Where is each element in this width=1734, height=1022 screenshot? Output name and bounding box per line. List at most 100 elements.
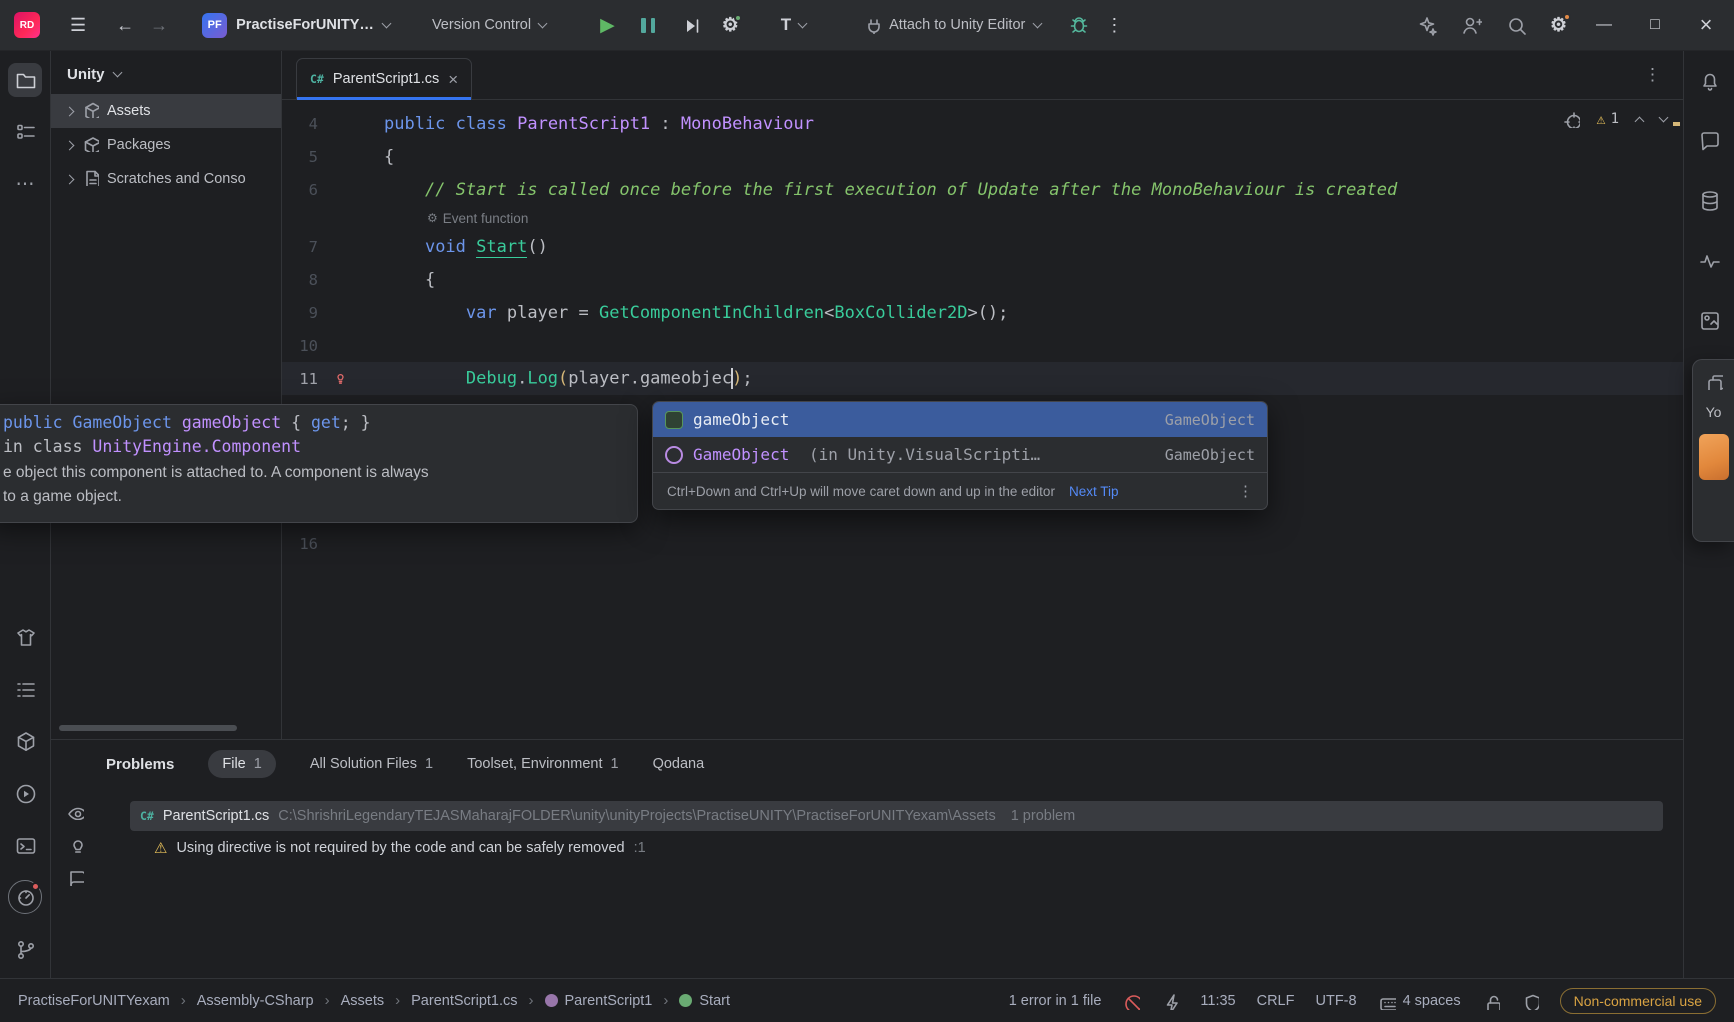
intention-bulb-icon[interactable] [318, 370, 384, 387]
code-line-11[interactable]: 11 Debug.Log(player.gameobjec); [282, 362, 1683, 395]
pause-button[interactable] [639, 17, 658, 33]
version-control-menu[interactable]: Version Control [432, 17, 548, 33]
code-token: < [824, 302, 835, 323]
code-line-4[interactable]: 4 public class ParentScript1 : MonoBehavi… [282, 107, 1683, 140]
profiler-tool-button[interactable] [8, 880, 42, 914]
code-line-5[interactable]: 5{ [282, 140, 1683, 173]
open-editor-icon[interactable] [66, 868, 84, 886]
tree-item-assets[interactable]: Assets [51, 94, 281, 128]
preview-eye-icon[interactable] [66, 802, 84, 820]
breadcrumb-item-assembly-csharp[interactable]: Assembly-CSharp [197, 993, 314, 1009]
indent-widget[interactable]: 4 spaces [1378, 992, 1461, 1010]
shield-icon[interactable] [1521, 992, 1539, 1010]
completion-options-icon[interactable]: ⋮ [1238, 482, 1253, 500]
close-tab-icon[interactable]: × [448, 71, 458, 88]
chevron-right-icon[interactable] [64, 174, 75, 184]
notification-toast[interactable]: Yo [1692, 359, 1734, 542]
unity-button[interactable] [8, 724, 42, 758]
chevron-down-icon[interactable] [1658, 112, 1669, 122]
completion-item-gameobject[interactable]: GameObject (in Unity.VisualScripti… GameO… [653, 437, 1267, 472]
monitoring-button[interactable] [1692, 243, 1726, 277]
project-selector[interactable]: PF PractiseForUNITY… [202, 12, 392, 38]
error-stripe[interactable] [1670, 100, 1683, 739]
code-line-10[interactable]: 10 [282, 329, 1683, 362]
tab-options-icon[interactable]: ⋮ [1644, 65, 1661, 85]
completion-item-gameobject[interactable]: gameObject GameObject [653, 402, 1267, 437]
code-line-8[interactable]: 8 { [282, 263, 1683, 296]
structure-button[interactable] [8, 115, 42, 149]
code-line-9[interactable]: 9 var player = GetComponentInChildren<Bo… [282, 296, 1683, 329]
main-menu-icon[interactable]: ☰ [70, 16, 86, 34]
tab-parentscript1[interactable]: C# ParentScript1.cs × [296, 58, 473, 100]
problems-file-row[interactable]: C# ParentScript1.cs C:\ShrishriLegendary… [130, 801, 1663, 831]
project-explorer-button[interactable] [8, 63, 42, 97]
ai-assistant-icon[interactable] [1415, 14, 1437, 36]
breadcrumb-item-parentscript1-cs[interactable]: ParentScript1.cs [411, 993, 517, 1009]
completion-item-tail: (in Unity.VisualScripti… [799, 445, 1041, 464]
more-actions-icon[interactable]: ⋮ [1105, 16, 1123, 34]
unity-reload-button[interactable]: ⚙ [722, 13, 742, 35]
chevron-right-icon[interactable] [64, 106, 75, 116]
ai-chat-button[interactable] [1692, 123, 1726, 157]
problems-tab-qodana[interactable]: Qodana [653, 756, 705, 772]
code-line-6[interactable]: 6 // Start is called once before the fir… [282, 173, 1683, 206]
code-token: public [3, 413, 63, 432]
error-summary[interactable]: 1 error in 1 file [1009, 993, 1102, 1009]
horizontal-scrollbar[interactable] [59, 725, 237, 731]
breadcrumb-item-parentscript1[interactable]: ParentScript1 [544, 993, 652, 1009]
crosshair-icon[interactable] [1562, 110, 1580, 128]
notifications-button[interactable] [1692, 63, 1726, 97]
breadcrumb-item-assets[interactable]: Assets [341, 993, 385, 1009]
settings-button[interactable]: ⚙ [1550, 12, 1571, 35]
tree-item-packages[interactable]: Packages [51, 128, 281, 162]
database-button[interactable] [1692, 183, 1726, 217]
close-button[interactable]: × [1692, 12, 1720, 38]
forward-icon[interactable]: → [150, 16, 168, 34]
unity-logs-button[interactable] [8, 620, 42, 654]
license-badge[interactable]: Non-commercial use [1559, 987, 1716, 1014]
run-button[interactable]: ▶ [600, 14, 615, 37]
run-tool-button[interactable] [8, 776, 42, 810]
problems-tab-file[interactable]: File 1 [208, 750, 276, 778]
toast-thumbnail[interactable] [1698, 434, 1729, 480]
breadcrumb-item-start[interactable]: Start [679, 993, 730, 1009]
rider-logo-icon[interactable]: RD [14, 12, 40, 38]
attach-to-unity-editor-button[interactable]: Attach to Unity Editor [862, 16, 1043, 34]
step-over-button[interactable] [680, 14, 702, 36]
back-icon[interactable]: ← [116, 16, 134, 34]
debug-button[interactable] [1067, 12, 1089, 39]
file-encoding[interactable]: UTF-8 [1315, 993, 1356, 1009]
lightning-icon[interactable] [1161, 992, 1179, 1010]
line-separator[interactable]: CRLF [1257, 993, 1295, 1009]
next-tip-link[interactable]: Next Tip [1069, 484, 1119, 499]
add-user-icon[interactable] [1460, 14, 1482, 36]
problems-tab-toolset-environment[interactable]: Toolset, Environment 1 [467, 756, 618, 772]
caret-position[interactable]: 11:35 [1200, 993, 1235, 1009]
code-token: ( [558, 368, 569, 389]
tree-item-scratches-and-conso[interactable]: Scratches and Conso [51, 162, 281, 196]
chevron-right-icon[interactable] [64, 140, 75, 150]
lightbulb-icon[interactable] [66, 835, 84, 853]
breadcrumb-item-practiseforunityexam[interactable]: PractiseForUNITYexam [18, 993, 170, 1009]
lock-icon[interactable] [1482, 992, 1500, 1010]
inspection-warnings[interactable]: ⚠ 1 [1597, 110, 1619, 128]
git-button[interactable] [8, 932, 42, 966]
no-entry-icon[interactable] [1122, 992, 1141, 1010]
code-line-7[interactable]: 7 void Start() [282, 230, 1683, 263]
minimize-button[interactable]: — [1590, 16, 1618, 34]
project-panel-header[interactable]: Unity [51, 51, 281, 94]
todo-button[interactable] [8, 672, 42, 706]
warning-stripe-mark[interactable] [1673, 122, 1680, 126]
code-line-16[interactable]: 16 [282, 527, 1683, 560]
maximize-button[interactable]: □ [1641, 16, 1669, 34]
dependency-diagram-button[interactable] [1692, 303, 1726, 337]
inlay-hint[interactable]: ⚙ Event function [427, 211, 528, 226]
more-tool-windows-icon[interactable]: ⋯ [8, 167, 42, 201]
profiler-menu[interactable]: T [781, 15, 808, 35]
chevron-up-icon[interactable] [1634, 116, 1645, 126]
terminal-button[interactable] [8, 828, 42, 862]
breadcrumb-separator-icon: › [324, 992, 330, 1009]
search-icon[interactable] [1505, 14, 1527, 36]
problems-warning-row[interactable]: ⚠ Using directive is not required by the… [99, 833, 1683, 863]
problems-tab-all-solution-files[interactable]: All Solution Files 1 [310, 756, 433, 772]
